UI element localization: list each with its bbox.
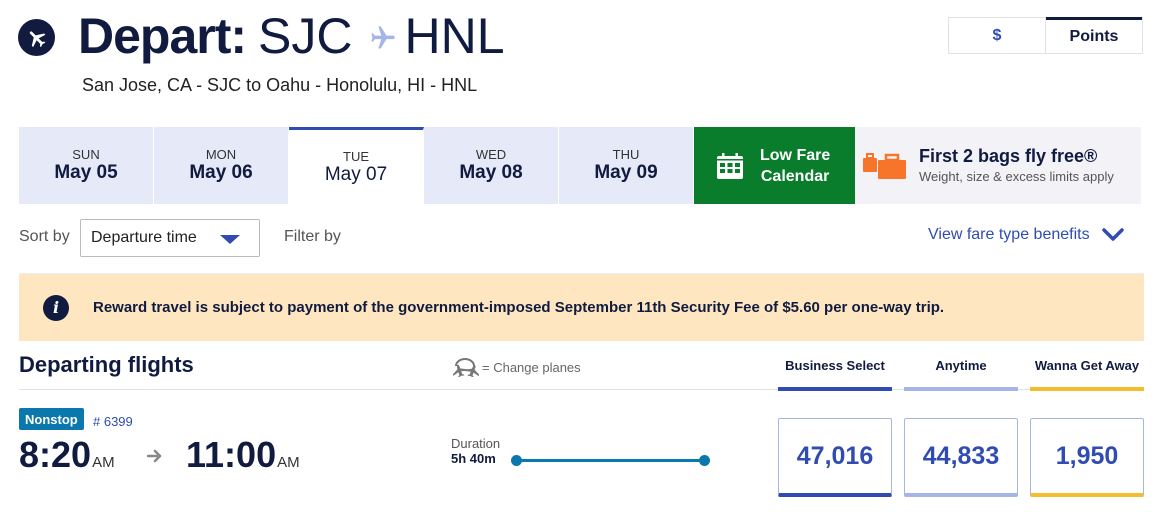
filter-button[interactable]: Filter by [284,228,341,246]
bags-promo-subtitle: Weight, size & excess limits apply [919,168,1114,184]
date-tab-date: May 08 [459,162,523,183]
points-option[interactable]: Points [1046,17,1142,53]
fare-column-business-select: Business Select [785,358,885,373]
route-plane-icon [370,26,395,49]
destination-code: HNL [404,8,505,64]
nonstop-badge: Nonstop [19,408,84,430]
duration-value: 5h 40m [451,451,496,466]
flight-number[interactable]: # 6399 [93,414,133,429]
sort-value: Departure time [91,229,197,246]
departure-time: 8:20AM [19,433,115,485]
arrival-time: 11:00AM [186,433,300,485]
security-fee-notice: i Reward travel is subject to payment of… [19,273,1144,341]
notice-message: Reward travel is subject to payment of t… [93,299,945,316]
fare-wanna-get-away-button[interactable]: 1,950 [1030,418,1144,497]
low-fare-calendar-button[interactable]: Low Fare Calendar [694,127,855,204]
dollar-option[interactable]: $ [949,18,1046,53]
fare-benefits-link[interactable]: View fare type benefits [928,226,1124,244]
route-subtitle: San Jose, CA - SJC to Oahu - Honolulu, H… [82,75,478,95]
flight-duration: Duration 5h 40m [451,437,500,467]
bags-promo: First 2 bags fly free® Weight, size & ex… [855,127,1141,204]
airplane-circle-icon [18,19,55,56]
date-tab-thu[interactable]: THU May 09 [559,127,694,204]
duration-line [516,459,705,462]
date-selector: SUN May 05 MON May 06 TUE May 07 WED May… [19,127,1141,204]
departing-flights-title: Departing flights [19,352,194,377]
date-tab-dow: SUN [72,147,100,162]
date-tab-sun[interactable]: SUN May 05 [19,127,154,204]
fare-benefits-label: View fare type benefits [928,226,1090,243]
business-select-color-bar [778,387,892,391]
date-tab-dow: MON [205,147,237,162]
date-tab-date: May 09 [594,162,658,183]
sort-label: Sort by [19,228,70,245]
date-tab-date: May 07 [324,163,388,185]
date-tab-tue[interactable]: TUE May 07 [289,127,424,204]
origin-code: SJC [258,8,353,64]
date-tab-mon[interactable]: MON May 06 [154,127,289,204]
date-tab-dow: THU [612,147,640,162]
departure-ampm: AM [92,454,115,471]
luggage-icon [863,152,906,179]
calendar-icon [717,152,743,179]
duration-start-dot [511,455,522,466]
date-tab-date: May 05 [54,162,118,183]
date-tab-dow: WED [475,147,507,162]
wanna-get-away-color-bar [1030,387,1144,391]
caret-down-icon [220,235,240,244]
section-divider [19,389,774,390]
duration-end-dot [699,455,710,466]
date-tab-date: May 06 [189,162,253,183]
anytime-color-bar [904,387,1018,391]
low-fare-line2: Calendar [760,167,830,185]
change-planes-label: = Change planes [482,359,581,375]
info-icon: i [43,294,69,321]
duration-label: Duration [451,436,501,451]
arrival-ampm: AM [277,454,300,471]
arrow-right-icon [147,449,162,463]
fare-business-select-button[interactable]: 47,016 [778,418,892,497]
low-fare-calendar-label: Low Fare Calendar [760,145,830,187]
fare-anytime-button[interactable]: 44,833 [904,418,1018,497]
arrival-time-value: 11:00 [186,434,277,475]
date-tab-dow: TUE [343,148,369,164]
chevron-down-icon [1101,228,1124,241]
change-planes-icon [452,358,480,377]
currency-toggle: $ Points [948,17,1143,54]
departure-time-value: 8:20 [19,434,92,475]
low-fare-line1: Low Fare [760,146,831,164]
fare-column-anytime: Anytime [935,358,987,373]
fare-column-wanna-get-away: Wanna Get Away [1034,358,1140,373]
date-tab-wed[interactable]: WED May 08 [424,127,559,204]
airplane-icon [29,30,45,47]
change-planes-legend: = Change planes [450,357,581,377]
bags-promo-title: First 2 bags fly free® [919,145,1098,166]
page-title: Depart: SJC HNL [78,6,505,66]
title-depart: Depart: [78,8,247,64]
sort-dropdown[interactable]: Departure time [80,219,260,257]
